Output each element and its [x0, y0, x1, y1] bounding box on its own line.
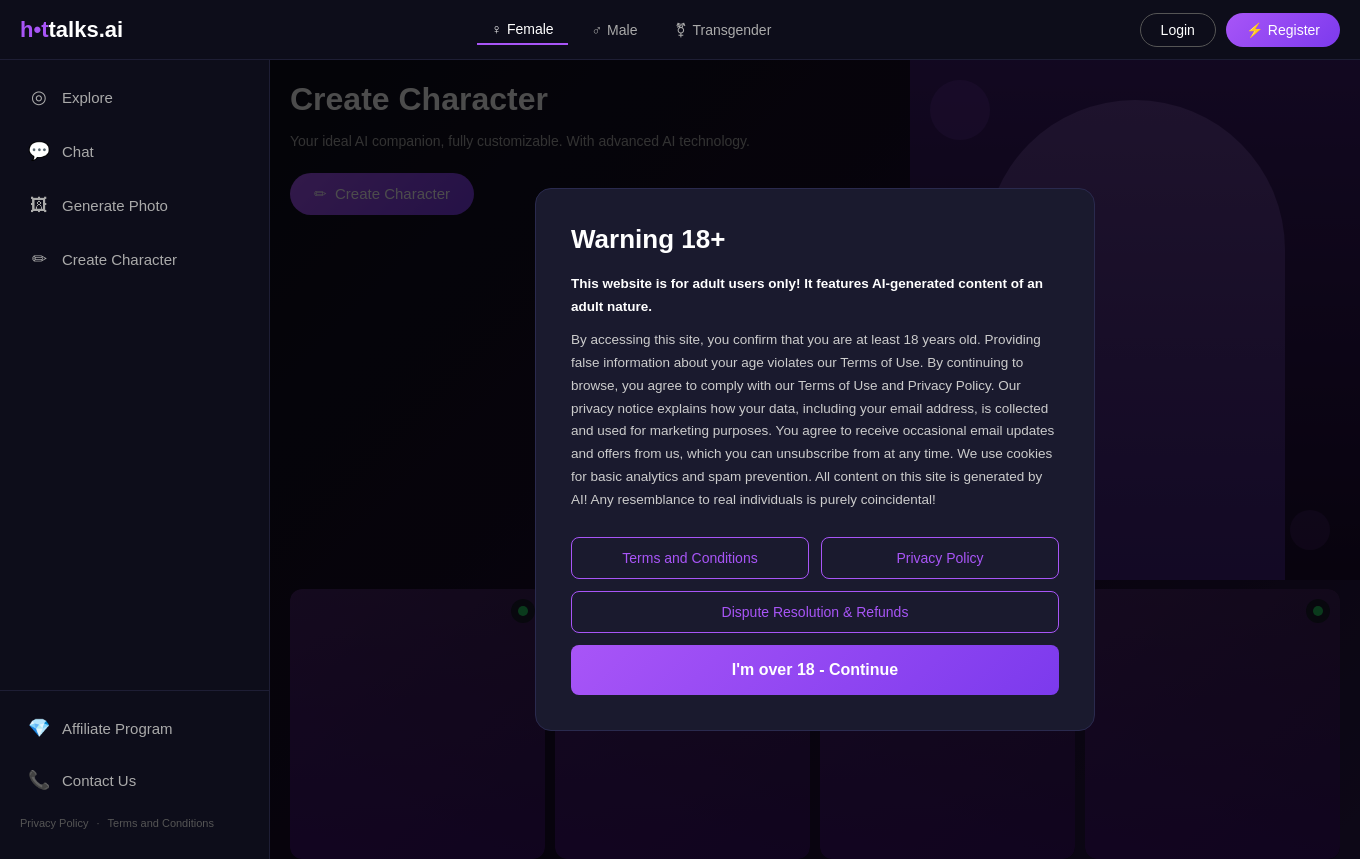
login-button[interactable]: Login: [1140, 13, 1216, 47]
female-label: Female: [507, 21, 554, 37]
sidebar-contact-label: Contact Us: [62, 772, 136, 789]
modal-title: Warning 18+: [571, 224, 1059, 255]
logo-talks: talks.ai: [48, 17, 123, 42]
affiliate-icon: 💎: [28, 717, 50, 739]
tab-female[interactable]: ♀ Female: [477, 15, 567, 45]
contact-icon: 📞: [28, 769, 50, 791]
modal-overlay: Warning 18+ This website is for adult us…: [270, 60, 1360, 859]
register-icon: ⚡: [1246, 22, 1263, 38]
sidebar-item-explore[interactable]: ◎ Explore: [8, 72, 261, 122]
terms-button[interactable]: Terms and Conditions: [571, 537, 809, 579]
sidebar-explore-label: Explore: [62, 89, 113, 106]
main-content: Create Character Your ideal AI companion…: [270, 60, 1360, 859]
male-label: Male: [607, 22, 637, 38]
terms-link[interactable]: Terms and Conditions: [108, 817, 214, 829]
sidebar-item-chat[interactable]: 💬 Chat: [8, 126, 261, 176]
register-button[interactable]: ⚡ Register: [1226, 13, 1340, 47]
sidebar-affiliate-label: Affiliate Program: [62, 720, 173, 737]
logo[interactable]: h•ttalks.ai: [20, 17, 123, 43]
sidebar-create-label: Create Character: [62, 251, 177, 268]
gender-tabs: ♀ Female ♂ Male ⚧ Transgender: [477, 15, 785, 45]
sidebar-item-affiliate[interactable]: 💎 Affiliate Program: [8, 703, 261, 753]
header: h•ttalks.ai ♀ Female ♂ Male ⚧ Transgende…: [0, 0, 1360, 60]
modal-policy-buttons: Terms and Conditions Privacy Policy: [571, 537, 1059, 579]
sidebar-item-contact[interactable]: 📞 Contact Us: [8, 755, 261, 805]
chat-icon: 💬: [28, 140, 50, 162]
header-auth-buttons: Login ⚡ Register: [1140, 13, 1340, 47]
transgender-label: Transgender: [692, 22, 771, 38]
generate-photo-icon: 🖼: [28, 194, 50, 216]
confirm-age-button[interactable]: I'm over 18 - Continue: [571, 645, 1059, 695]
sidebar-item-create-character[interactable]: ✏ Create Character: [8, 234, 261, 284]
sidebar-item-generate-photo[interactable]: 🖼 Generate Photo: [8, 180, 261, 230]
modal-extended-text: By accessing this site, you confirm that…: [571, 329, 1059, 513]
transgender-icon: ⚧: [675, 22, 687, 38]
modal-body: This website is for adult users only! It…: [571, 273, 1059, 512]
privacy-policy-link[interactable]: Privacy Policy: [20, 817, 88, 829]
sidebar-footer: 💎 Affiliate Program 📞 Contact Us Privacy…: [0, 690, 269, 849]
sidebar-chat-label: Chat: [62, 143, 94, 160]
explore-icon: ◎: [28, 86, 50, 108]
female-icon: ♀: [491, 21, 502, 37]
age-warning-modal: Warning 18+ This website is for adult us…: [535, 188, 1095, 731]
register-label: Register: [1268, 22, 1320, 38]
layout: ◎ Explore 💬 Chat 🖼 Generate Photo ✏ Crea…: [0, 60, 1360, 859]
male-icon: ♂: [592, 22, 603, 38]
tab-transgender[interactable]: ⚧ Transgender: [661, 16, 785, 44]
logo-hot: h•t: [20, 17, 48, 42]
dispute-button[interactable]: Dispute Resolution & Refunds: [571, 591, 1059, 633]
create-character-icon: ✏: [28, 248, 50, 270]
privacy-button[interactable]: Privacy Policy: [821, 537, 1059, 579]
sidebar-generate-label: Generate Photo: [62, 197, 168, 214]
tab-male[interactable]: ♂ Male: [578, 16, 652, 44]
sidebar: ◎ Explore 💬 Chat 🖼 Generate Photo ✏ Crea…: [0, 60, 270, 859]
footer-separator: ·: [96, 817, 99, 829]
sidebar-footer-links: Privacy Policy · Terms and Conditions: [0, 807, 269, 839]
modal-subtitle: This website is for adult users only! It…: [571, 273, 1059, 319]
